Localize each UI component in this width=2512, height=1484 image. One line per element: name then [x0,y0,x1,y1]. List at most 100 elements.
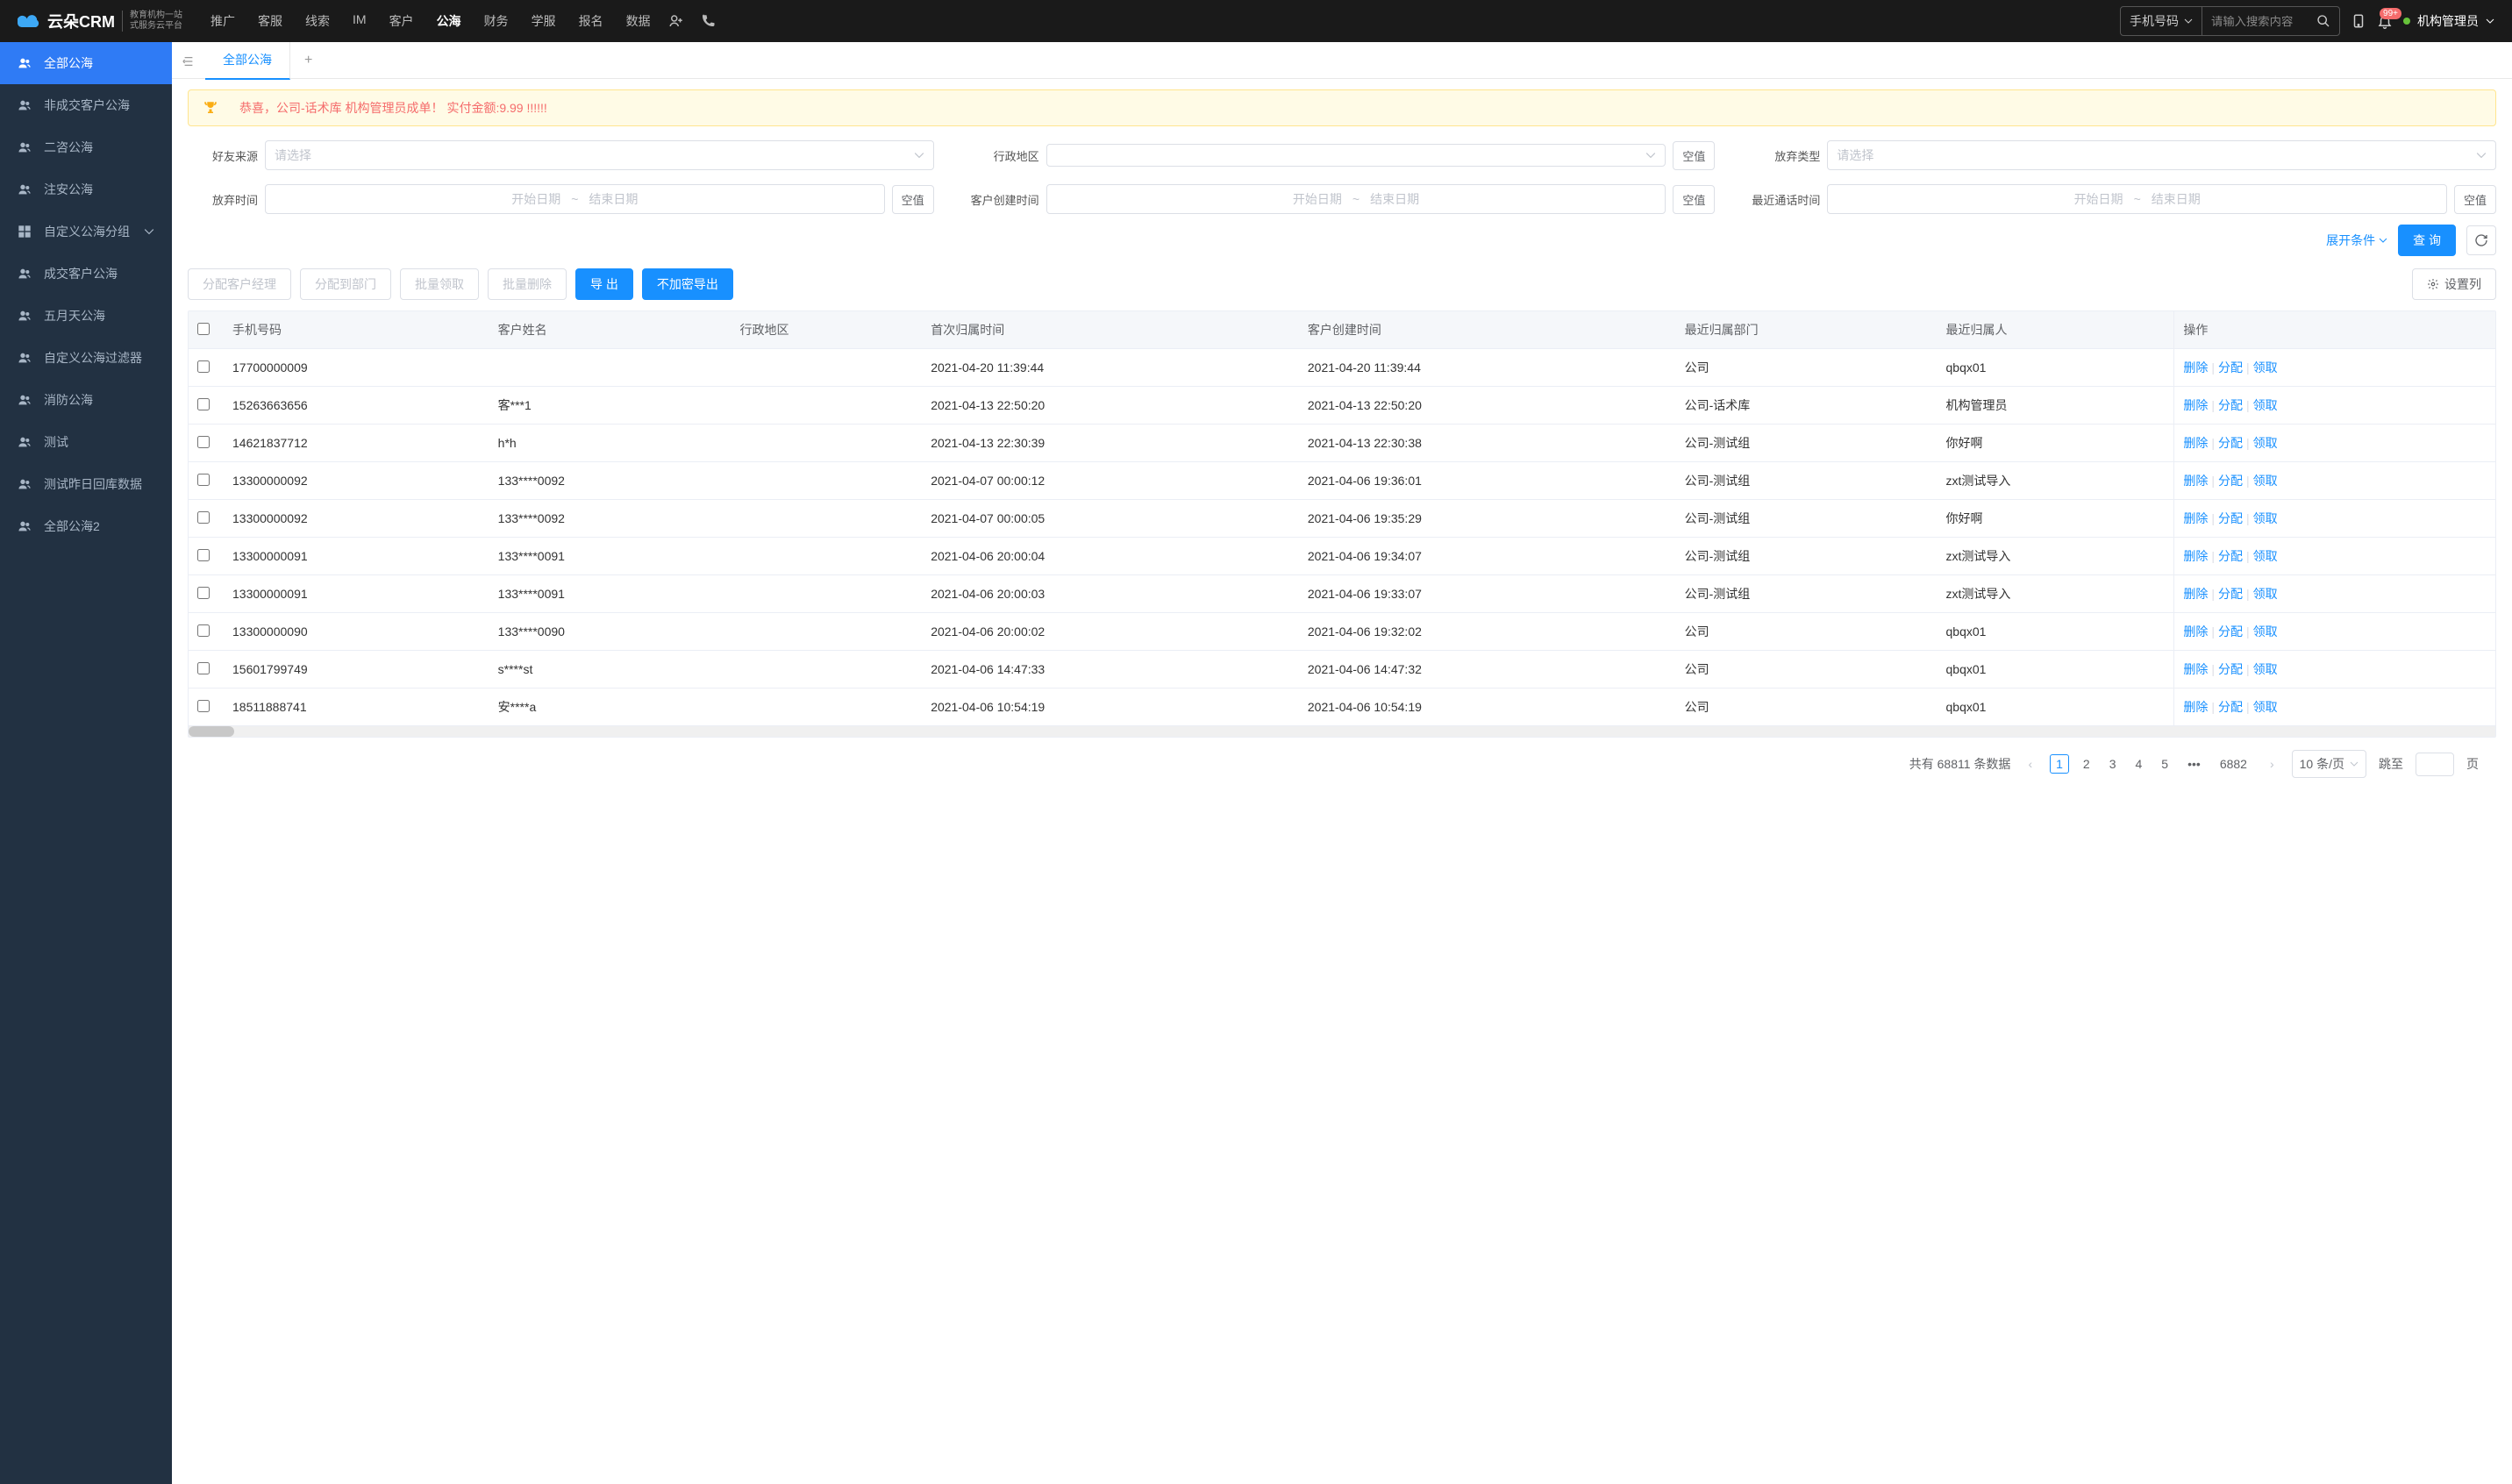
sidebar-item[interactable]: 消防公海 [0,379,172,421]
nav-item[interactable]: 线索 [303,0,332,42]
jump-page-input[interactable] [2416,753,2454,776]
claim-link[interactable]: 领取 [2253,474,2278,488]
add-user-icon[interactable] [668,13,684,29]
assign-link[interactable]: 分配 [2218,624,2243,639]
row-checkbox[interactable] [197,662,210,674]
call-time-range[interactable]: 开始日期~结束日期 [1827,184,2447,214]
row-checkbox[interactable] [197,474,210,486]
null-value-button[interactable]: 空值 [892,185,934,214]
row-checkbox[interactable] [197,511,210,524]
user-menu[interactable]: 机构管理员 [2403,12,2494,30]
delete-link[interactable]: 删除 [2183,474,2208,488]
nav-item[interactable]: IM [351,0,368,42]
delete-link[interactable]: 删除 [2183,624,2208,639]
row-checkbox[interactable] [197,436,210,448]
assign-link[interactable]: 分配 [2218,587,2243,601]
row-checkbox[interactable] [197,549,210,561]
delete-link[interactable]: 删除 [2183,511,2208,525]
scroll-thumb[interactable] [189,726,234,737]
search-input[interactable] [2202,10,2308,33]
claim-link[interactable]: 领取 [2253,398,2278,412]
tab-collapse-icon[interactable] [172,53,205,67]
claim-link[interactable]: 领取 [2253,436,2278,450]
sidebar-item[interactable]: 成交客户公海 [0,253,172,295]
row-checkbox[interactable] [197,700,210,712]
page-number[interactable]: 5 [2156,755,2173,773]
friend-source-select[interactable]: 请选择 [265,140,934,170]
claim-link[interactable]: 领取 [2253,511,2278,525]
delete-link[interactable]: 删除 [2183,700,2208,714]
delete-link[interactable]: 删除 [2183,587,2208,601]
next-page-button[interactable]: › [2265,755,2280,773]
assign-link[interactable]: 分配 [2218,662,2243,676]
search-type-select[interactable]: 手机号码 [2121,7,2202,35]
claim-link[interactable]: 领取 [2253,662,2278,676]
export-button[interactable]: 导 出 [575,268,633,300]
logo[interactable]: 云朵CRM 教育机构一站 式服务云平台 [18,10,182,32]
sidebar-item[interactable]: 非成交客户公海 [0,84,172,126]
assign-link[interactable]: 分配 [2218,398,2243,412]
nav-item[interactable]: 学服 [530,0,558,42]
sidebar-item[interactable]: 全部公海 [0,42,172,84]
row-checkbox[interactable] [197,398,210,410]
export-plain-button[interactable]: 不加密导出 [642,268,733,300]
page-size-select[interactable]: 10 条/页 [2292,750,2366,778]
sidebar-item[interactable]: 二咨公海 [0,126,172,168]
delete-link[interactable]: 删除 [2183,436,2208,450]
sidebar-item[interactable]: 五月天公海 [0,295,172,337]
nav-item[interactable]: 报名 [577,0,605,42]
abandon-type-select[interactable]: 请选择 [1827,140,2496,170]
nav-item[interactable]: 客服 [256,0,284,42]
sidebar-item[interactable]: 自定义公海分组 [0,210,172,253]
page-number[interactable]: 1 [2050,754,2069,774]
sidebar-item[interactable]: 全部公海2 [0,505,172,547]
assign-dept-button[interactable]: 分配到部门 [300,268,391,300]
create-time-range[interactable]: 开始日期~结束日期 [1046,184,1666,214]
assign-link[interactable]: 分配 [2218,549,2243,563]
phone-icon[interactable] [700,13,716,29]
assign-link[interactable]: 分配 [2218,360,2243,375]
claim-link[interactable]: 领取 [2253,549,2278,563]
batch-claim-button[interactable]: 批量领取 [400,268,479,300]
row-checkbox[interactable] [197,624,210,637]
delete-link[interactable]: 删除 [2183,360,2208,375]
page-number[interactable]: 4 [2130,755,2148,773]
delete-link[interactable]: 删除 [2183,398,2208,412]
assign-manager-button[interactable]: 分配客户经理 [188,268,291,300]
sidebar-item[interactable]: 自定义公海过滤器 [0,337,172,379]
assign-link[interactable]: 分配 [2218,511,2243,525]
delete-link[interactable]: 删除 [2183,549,2208,563]
tab-add-button[interactable]: + [290,53,326,68]
prev-page-button[interactable]: ‹ [2023,755,2037,773]
sidebar-item[interactable]: 测试昨日回库数据 [0,463,172,505]
row-checkbox[interactable] [197,587,210,599]
abandon-time-range[interactable]: 开始日期~结束日期 [265,184,885,214]
null-value-button[interactable]: 空值 [1673,185,1715,214]
horizontal-scrollbar[interactable] [189,726,2495,737]
device-icon[interactable] [2351,13,2366,29]
nav-item[interactable]: 财务 [482,0,510,42]
bell-icon[interactable]: 99+ [2377,13,2393,29]
batch-delete-button[interactable]: 批量删除 [488,268,567,300]
null-value-button[interactable]: 空值 [2454,185,2496,214]
select-all-checkbox[interactable] [197,323,210,335]
expand-filters-link[interactable]: 展开条件 [2326,232,2387,249]
nav-item[interactable]: 公海 [435,0,463,42]
assign-link[interactable]: 分配 [2218,436,2243,450]
search-button[interactable] [2308,9,2339,33]
row-checkbox[interactable] [197,360,210,373]
query-button[interactable]: 查 询 [2398,225,2456,256]
page-number[interactable]: 2 [2078,755,2095,773]
sidebar-item[interactable]: 注安公海 [0,168,172,210]
tab-all-sea[interactable]: 全部公海 [205,42,290,80]
nav-item[interactable]: 数据 [624,0,653,42]
page-number[interactable]: 3 [2104,755,2122,773]
set-columns-button[interactable]: 设置列 [2412,268,2496,300]
nav-item[interactable]: 推广 [209,0,237,42]
refresh-button[interactable] [2466,225,2496,255]
claim-link[interactable]: 领取 [2253,700,2278,714]
claim-link[interactable]: 领取 [2253,624,2278,639]
assign-link[interactable]: 分配 [2218,700,2243,714]
null-value-button[interactable]: 空值 [1673,141,1715,170]
page-ellipsis[interactable]: ••• [2182,755,2206,773]
